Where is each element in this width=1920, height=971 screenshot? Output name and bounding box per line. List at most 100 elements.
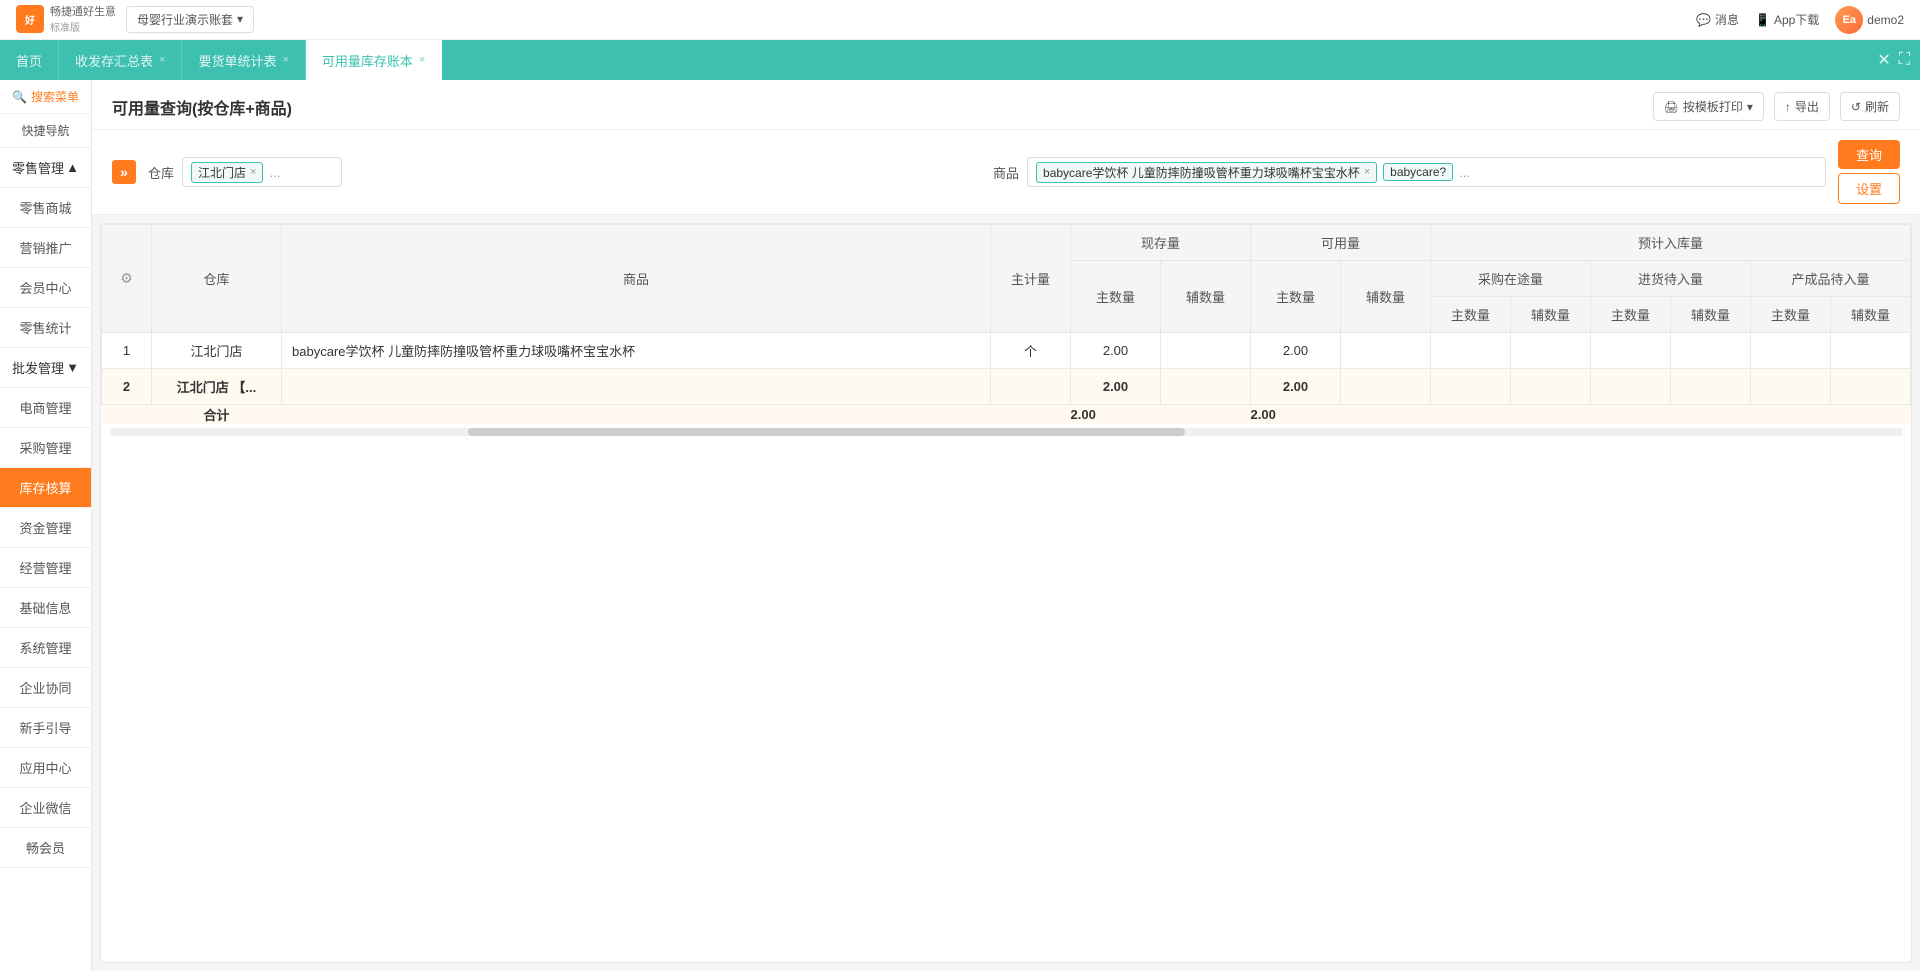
sidebar-yingyong-label: 应用中心 — [19, 761, 71, 776]
tab-close-all-button[interactable]: ✕ — [1877, 50, 1890, 70]
sidebar-item-diandian[interactable]: 电商管理 — [0, 388, 91, 428]
th-inbound-aux: 辅数量 — [1671, 297, 1751, 333]
th-production-pending: 产成品待入量 — [1751, 261, 1911, 297]
sidebar-item-kucun[interactable]: 库存核算 — [0, 468, 91, 508]
footer-inbound-aux — [1671, 405, 1751, 425]
sidebar-item-lingxiao[interactable]: 零售管理 ▲ — [0, 148, 91, 188]
footer-unit — [991, 405, 1071, 425]
sidebar-item-lingxiao-stat[interactable]: 零售统计 — [0, 308, 91, 348]
subtotal-product — [282, 369, 991, 405]
filter-expand-button[interactable]: » — [112, 160, 136, 184]
tab-fullscreen-button[interactable]: ⛶ — [1899, 51, 1910, 69]
subtotal-procure-main — [1431, 369, 1511, 405]
subtotal-prod-aux — [1831, 369, 1911, 405]
tab-home[interactable]: 首页 — [0, 40, 59, 80]
sidebar-item-jichu[interactable]: 基础信息 — [0, 588, 91, 628]
footer-label: 合计 — [152, 405, 282, 425]
row-warehouse: 江北门店 — [152, 333, 282, 369]
sidebar-search-button[interactable]: 🔍 搜索菜单 — [0, 80, 91, 114]
chevron-up-icon: ▲ — [66, 160, 79, 175]
sidebar-item-xitong[interactable]: 系统管理 — [0, 628, 91, 668]
subtotal-unit — [991, 369, 1071, 405]
tab-keyongku-close[interactable]: × — [419, 54, 425, 66]
sidebar-item-qiye[interactable]: 企业协同 — [0, 668, 91, 708]
subtotal-stock-aux — [1161, 369, 1251, 405]
logo-icon: 好 — [16, 5, 44, 33]
sidebar-item-caigou[interactable]: 采购管理 — [0, 428, 91, 468]
product-tag-1-remove[interactable]: × — [1364, 166, 1370, 178]
print-template-button[interactable]: 🖨 按模板打印 ▾ — [1653, 92, 1764, 121]
th-main-unit: 主计量 — [991, 225, 1071, 333]
tab-home-label: 首页 — [16, 51, 42, 70]
warehouse-filter-group: 仓库 江北门店 × ... — [148, 157, 981, 187]
sidebar-item-qiye-weixin[interactable]: 企业微信 — [0, 788, 91, 828]
sidebar-item-xinshou[interactable]: 新手引导 — [0, 708, 91, 748]
sidebar-yingxiao-label: 营销推广 — [19, 241, 71, 256]
th-avail-aux: 辅数量 — [1341, 261, 1431, 333]
subtotal-prod-main — [1751, 369, 1831, 405]
sidebar-changhui-label: 畅会员 — [26, 841, 65, 856]
warehouse-tag-remove[interactable]: × — [250, 166, 256, 178]
sidebar-quick-nav[interactable]: 快捷导航 — [0, 114, 91, 148]
sidebar-item-zijin[interactable]: 资金管理 — [0, 508, 91, 548]
sidebar-item-pifa[interactable]: 批发管理 ▼ — [0, 348, 91, 388]
horizontal-scrollbar[interactable] — [109, 428, 1903, 436]
filter-settings-button[interactable]: 设置 — [1838, 173, 1900, 204]
main-layout: 🔍 搜索菜单 快捷导航 零售管理 ▲ 零售商城 营销推广 会员中心 零售统计 批… — [0, 80, 1920, 971]
th-procurement-transit: 采购在途量 — [1431, 261, 1591, 297]
export-label: 导出 — [1795, 98, 1819, 115]
product-tag-1: babycare学饮杯 儿童防摔防撞吸管杯重力球吸嘴杯宝宝水杯 × — [1036, 162, 1377, 183]
product-tag-1-text: babycare学饮杯 儿童防摔防撞吸管杯重力球吸嘴杯宝宝水杯 — [1043, 164, 1360, 181]
footer-seq — [102, 405, 152, 425]
tab-shoufaaccount-close[interactable]: × — [159, 54, 165, 66]
th-procure-aux: 辅数量 — [1511, 297, 1591, 333]
th-settings[interactable]: ⚙ — [102, 225, 152, 333]
sidebar-caigou-label: 采购管理 — [19, 441, 71, 456]
row-stock-main: 2.00 — [1071, 333, 1161, 369]
sidebar-item-changhui[interactable]: 畅会员 — [0, 828, 91, 868]
th-procure-main: 主数量 — [1431, 297, 1511, 333]
product-filter-input[interactable]: babycare学饮杯 儿童防摔防撞吸管杯重力球吸嘴杯宝宝水杯 × babyca… — [1027, 157, 1826, 187]
subtotal-inbound-aux — [1671, 369, 1751, 405]
th-prod-main-label: 主数量 — [1771, 308, 1810, 323]
query-button[interactable]: 查询 — [1838, 140, 1900, 169]
export-button[interactable]: ↑ 导出 — [1774, 92, 1830, 121]
sidebar-xitong-label: 系统管理 — [19, 641, 71, 656]
tab-yaohuodan-close[interactable]: × — [282, 54, 288, 66]
username-label: demo2 — [1867, 13, 1904, 27]
sidebar-item-huiyuan[interactable]: 会员中心 — [0, 268, 91, 308]
tab-shoufaaccount[interactable]: 收发存汇总表 × — [59, 40, 182, 80]
sidebar-item-lingxiao-mall[interactable]: 零售商城 — [0, 188, 91, 228]
th-procurement-transit-label: 采购在途量 — [1478, 272, 1543, 287]
user-area[interactable]: Ea demo2 — [1835, 6, 1904, 34]
refresh-button[interactable]: ↺ 刷新 — [1840, 92, 1900, 121]
content-area: 可用量查询(按仓库+商品) 🖨 按模板打印 ▾ ↑ 导出 ↺ 刷新 » — [92, 80, 1920, 971]
top-bar-left: 好 畅捷通好生意 标准版 母婴行业演示账套 ▾ — [16, 5, 254, 34]
th-planned-inbound: 预计入库量 — [1431, 225, 1911, 261]
th-available: 可用量 — [1251, 225, 1431, 261]
subtotal-procure-aux — [1511, 369, 1591, 405]
row-procure-main — [1431, 333, 1511, 369]
th-avail-aux-label: 辅数量 — [1366, 290, 1405, 305]
filter-actions: 查询 设置 — [1838, 140, 1900, 204]
th-inbound-pending-label: 进货待入量 — [1638, 272, 1703, 287]
subtotal-warehouse: 江北门店 【... — [152, 369, 282, 405]
search-icon: 🔍 — [12, 90, 27, 104]
printer-icon: 🖨 — [1664, 100, 1679, 114]
sidebar-item-yingyong[interactable]: 应用中心 — [0, 748, 91, 788]
top-bar-right: 💬 消息 📱 App下载 Ea demo2 — [1696, 6, 1904, 34]
sidebar-item-jingying[interactable]: 经营管理 — [0, 548, 91, 588]
th-avail-main: 主数量 — [1251, 261, 1341, 333]
tab-keyongku[interactable]: 可用量库存账本 × — [306, 40, 442, 80]
industry-selector[interactable]: 母婴行业演示账套 ▾ — [126, 6, 254, 33]
sidebar-qiye-label: 企业协同 — [19, 681, 71, 696]
msg-button[interactable]: 💬 消息 — [1696, 11, 1739, 28]
sidebar-item-yingxiao[interactable]: 营销推广 — [0, 228, 91, 268]
warehouse-filter-input[interactable]: 江北门店 × ... — [182, 157, 342, 187]
th-prod-aux-label: 辅数量 — [1851, 308, 1890, 323]
app-download-button[interactable]: 📱 App下载 — [1755, 11, 1819, 28]
tab-yaohuodan[interactable]: 要货单统计表 × — [182, 40, 305, 80]
footer-row: 合计 2.00 2.00 — [102, 405, 1911, 425]
footer-prod-aux — [1831, 405, 1911, 425]
app-download-label: App下载 — [1774, 11, 1819, 28]
